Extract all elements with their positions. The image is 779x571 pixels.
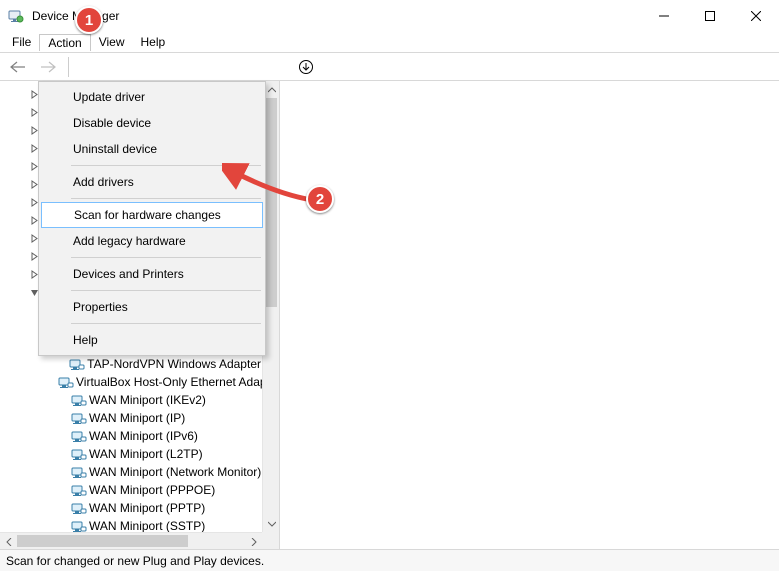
menu-bar: File Action View Help xyxy=(0,32,779,52)
scroll-right-button[interactable] xyxy=(245,533,262,549)
close-button[interactable] xyxy=(733,0,779,32)
content-area: work)Intel(R) Wi-Fi 6 AX201 160MHzMicros… xyxy=(0,80,779,549)
app-icon xyxy=(8,8,24,24)
menu-item-help[interactable]: Help xyxy=(41,327,263,353)
menu-item-update-driver[interactable]: Update driver xyxy=(41,84,263,110)
menu-action[interactable]: Action xyxy=(39,34,90,51)
tree-item-wan-miniport-pppoe[interactable]: WAN Miniport (PPPOE) xyxy=(0,481,279,499)
tree-item-label: WAN Miniport (IKEv2) xyxy=(89,393,206,407)
maximize-button[interactable] xyxy=(687,0,733,32)
action-menu-dropdown: Update driverDisable deviceUninstall dev… xyxy=(38,81,266,356)
menu-separator xyxy=(71,323,261,324)
status-text: Scan for changed or new Plug and Play de… xyxy=(6,554,264,568)
network-adapter-icon xyxy=(58,374,74,390)
menu-file[interactable]: File xyxy=(4,34,39,50)
network-adapter-icon xyxy=(71,392,87,408)
menu-item-uninstall-device[interactable]: Uninstall device xyxy=(41,136,263,162)
tree-item-label: TAP-NordVPN Windows Adapter V9 xyxy=(87,357,279,371)
tree-item-wan-miniport-l2tp[interactable]: WAN Miniport (L2TP) xyxy=(0,445,279,463)
vertical-scroll-thumb[interactable] xyxy=(265,98,277,307)
tree-item-label: WAN Miniport (IP) xyxy=(89,411,185,425)
network-adapter-icon xyxy=(71,410,87,426)
tree-item-wan-miniport-pptp[interactable]: WAN Miniport (PPTP) xyxy=(0,499,279,517)
menu-separator xyxy=(71,165,261,166)
tree-item-label: WAN Miniport (SSTP) xyxy=(89,519,205,533)
tree-item-label: WAN Miniport (IPv6) xyxy=(89,429,198,443)
tree-item-wan-miniport-network-monitor[interactable]: WAN Miniport (Network Monitor) xyxy=(0,463,279,481)
network-adapter-icon xyxy=(71,500,87,516)
toolbar-forward-button[interactable] xyxy=(36,55,60,79)
minimize-button[interactable] xyxy=(641,0,687,32)
scroll-left-button[interactable] xyxy=(0,533,17,549)
details-pane xyxy=(280,81,779,549)
toolbar-separator xyxy=(68,57,69,77)
menu-item-add-legacy-hardware[interactable]: Add legacy hardware xyxy=(41,228,263,254)
toolbar-back-button[interactable] xyxy=(6,55,30,79)
title-bar: Device Manager xyxy=(0,0,779,32)
menu-separator xyxy=(71,198,261,199)
network-adapter-icon xyxy=(71,482,87,498)
annotation-badge-1: 1 xyxy=(75,6,103,34)
toolbar-scan-button[interactable] xyxy=(294,55,318,79)
menu-item-devices-and-printers[interactable]: Devices and Printers xyxy=(41,261,263,287)
network-adapter-icon xyxy=(69,356,85,372)
network-adapter-icon xyxy=(71,464,87,480)
tree-item-wan-miniport-ipv6[interactable]: WAN Miniport (IPv6) xyxy=(0,427,279,445)
menu-separator xyxy=(71,257,261,258)
menu-separator xyxy=(71,290,261,291)
tree-item-virtualbox-host-only-ethernet-adapter[interactable]: VirtualBox Host-Only Ethernet Adapter xyxy=(0,373,279,391)
tree-item-label: WAN Miniport (Network Monitor) xyxy=(89,465,261,479)
status-bar: Scan for changed or new Plug and Play de… xyxy=(0,549,779,571)
annotation-badge-2: 2 xyxy=(306,185,334,213)
network-adapter-icon xyxy=(71,428,87,444)
tree-item-wan-miniport-ip[interactable]: WAN Miniport (IP) xyxy=(0,409,279,427)
menu-item-scan-for-hardware-changes[interactable]: Scan for hardware changes xyxy=(41,202,263,228)
horizontal-scroll-thumb[interactable] xyxy=(17,535,188,547)
menu-help[interactable]: Help xyxy=(133,34,174,50)
tree-item-label: WAN Miniport (PPTP) xyxy=(89,501,205,515)
tree-item-label: WAN Miniport (PPPOE) xyxy=(89,483,215,497)
tree-item-label: VirtualBox Host-Only Ethernet Adapter xyxy=(76,375,280,389)
tree-item-wan-miniport-ikev2[interactable]: WAN Miniport (IKEv2) xyxy=(0,391,279,409)
scroll-down-button[interactable] xyxy=(263,515,280,532)
scrollbar-corner xyxy=(262,532,279,549)
tree-item-label: WAN Miniport (L2TP) xyxy=(89,447,203,461)
menu-item-properties[interactable]: Properties xyxy=(41,294,263,320)
tree-item-tap-nordvpn-windows-adapter-v9[interactable]: TAP-NordVPN Windows Adapter V9 xyxy=(0,355,279,373)
menu-item-add-drivers[interactable]: Add drivers xyxy=(41,169,263,195)
menu-view[interactable]: View xyxy=(91,34,133,50)
menu-item-disable-device[interactable]: Disable device xyxy=(41,110,263,136)
toolbar xyxy=(0,52,779,80)
network-adapter-icon xyxy=(71,446,87,462)
horizontal-scrollbar[interactable] xyxy=(0,532,262,549)
